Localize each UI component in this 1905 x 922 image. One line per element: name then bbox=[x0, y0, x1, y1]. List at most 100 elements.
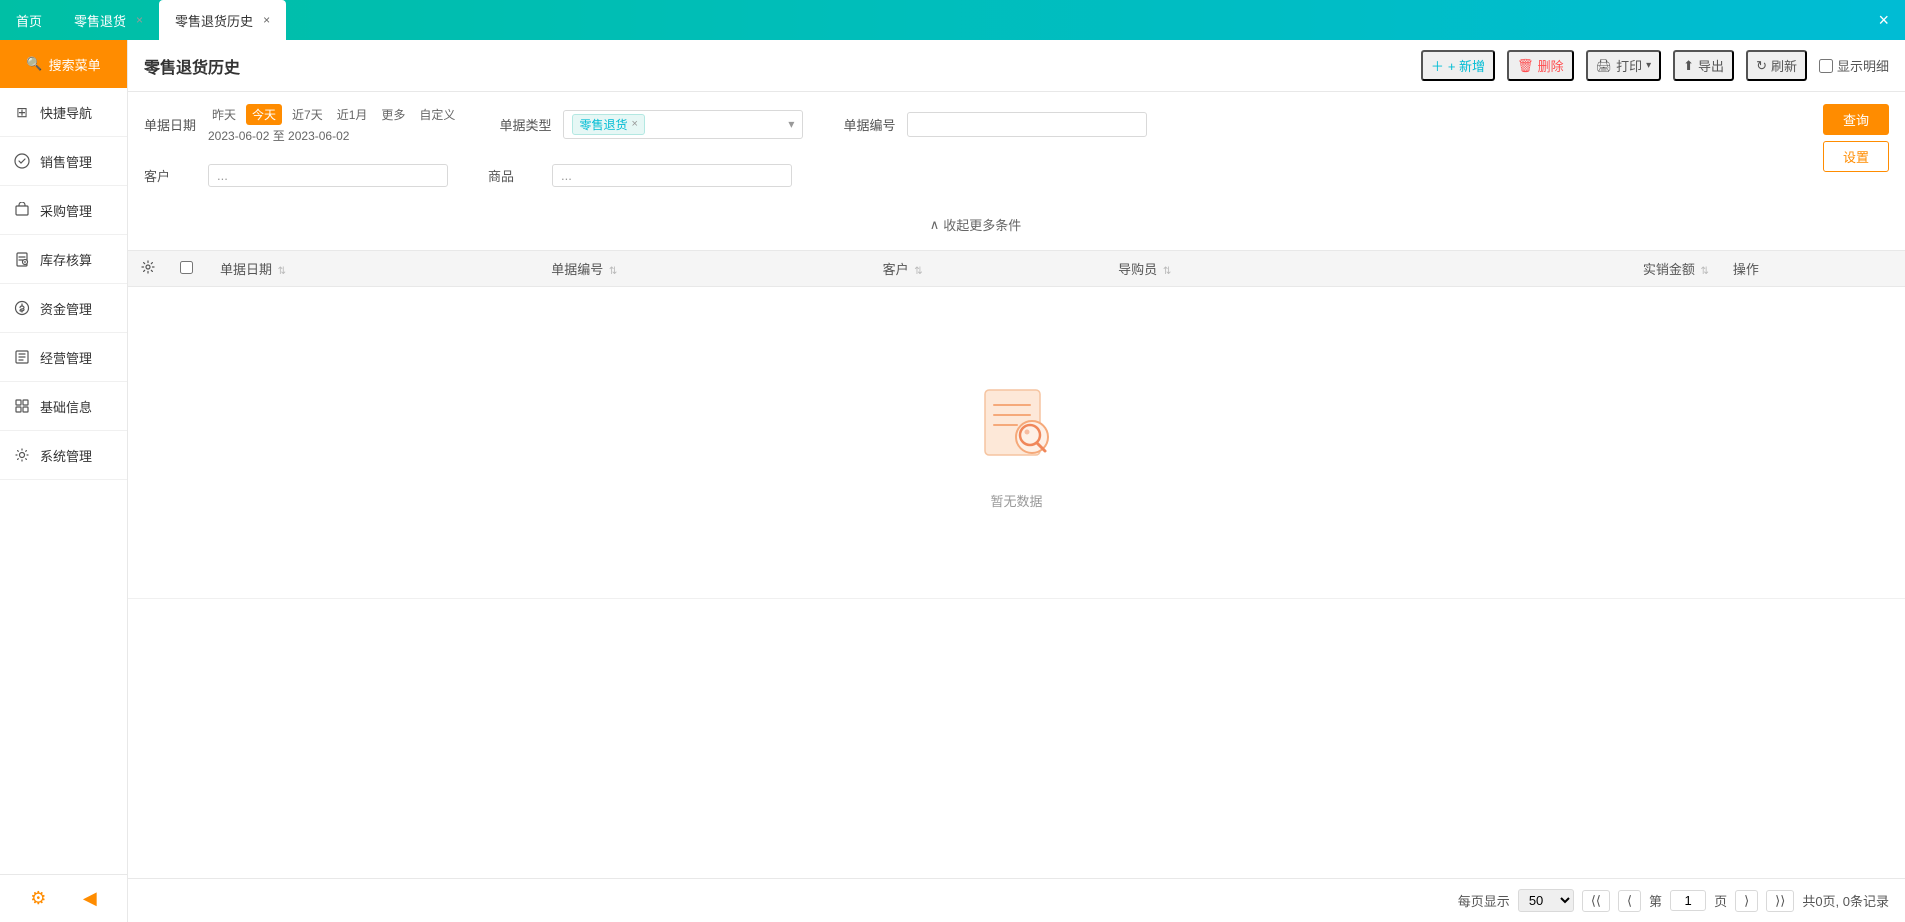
settings-bottom-icon[interactable]: ⚙ bbox=[30, 888, 46, 909]
col-doc-date[interactable]: 单据日期 ⇅ bbox=[208, 251, 539, 287]
shortcut-1month[interactable]: 近1月 bbox=[333, 104, 372, 125]
per-page-label: 每页显示 bbox=[1458, 891, 1510, 910]
tab-home-label: 首页 bbox=[16, 11, 42, 30]
collapse-filter-button[interactable]: ∧ 收起更多条件 bbox=[914, 211, 1038, 238]
content-area: 零售退货历史 ＋ + 新增 🗑 删除 🖨 打印 ▾ ⬆ 导出 bbox=[128, 40, 1905, 922]
query-button[interactable]: 查询 bbox=[1823, 104, 1889, 135]
sidebar-item-purchase-mgmt[interactable]: 采购管理 bbox=[0, 186, 127, 235]
filter-buttons: 查询 设置 bbox=[1823, 104, 1889, 172]
tab-retail-return-history[interactable]: 零售退货历史 × bbox=[159, 0, 286, 40]
delete-button[interactable]: 🗑 删除 bbox=[1507, 50, 1574, 81]
sidebar-item-inventory-label: 库存核算 bbox=[40, 250, 92, 269]
col-guide[interactable]: 导购员 ⇅ bbox=[1106, 251, 1389, 287]
filter-docno-item: 单据编号 bbox=[843, 112, 1147, 137]
sidebar: 🔍 搜索菜单 ⊞ 快捷导航 销售管理 采购管理 bbox=[0, 40, 128, 922]
first-page-button[interactable]: ⟨⟨ bbox=[1582, 890, 1610, 912]
operations-icon bbox=[12, 347, 32, 367]
sidebar-nav: ⊞ 快捷导航 销售管理 采购管理 库存核算 bbox=[0, 88, 127, 874]
sidebar-search-label: 搜索菜单 bbox=[49, 55, 101, 74]
search-icon: 🔍 bbox=[26, 56, 42, 72]
purchase-mgmt-icon bbox=[12, 200, 32, 220]
doctype-tag-close[interactable]: × bbox=[631, 118, 637, 130]
sidebar-item-quick-nav-label: 快捷导航 bbox=[40, 103, 92, 122]
tab-retail-return-label: 零售退货 bbox=[74, 11, 126, 30]
col-settings[interactable] bbox=[128, 251, 168, 287]
refresh-icon: ↻ bbox=[1756, 58, 1767, 74]
sidebar-item-finance[interactable]: 资金管理 bbox=[0, 284, 127, 333]
collapse-sidebar-icon[interactable]: ◀ bbox=[83, 888, 97, 909]
basic-info-icon bbox=[12, 396, 32, 416]
shortcut-yesterday[interactable]: 昨天 bbox=[208, 104, 240, 125]
per-page-select[interactable]: 50 10 20 100 bbox=[1518, 889, 1574, 912]
doctype-select-arrow: ▾ bbox=[788, 117, 794, 131]
col-customer[interactable]: 客户 ⇅ bbox=[871, 251, 1107, 287]
page-input[interactable] bbox=[1670, 890, 1706, 911]
top-bar: 首页 零售退货 × 零售退货历史 × × bbox=[0, 0, 1905, 40]
last-page-button[interactable]: ⟩⟩ bbox=[1766, 890, 1794, 912]
shortcut-more[interactable]: 更多 bbox=[377, 104, 409, 125]
sort-amount-icon: ⇅ bbox=[1701, 266, 1709, 277]
show-detail-checkbox[interactable] bbox=[1819, 59, 1833, 73]
customer-filter-label: 客户 bbox=[144, 166, 200, 185]
sidebar-search[interactable]: 🔍 搜索菜单 bbox=[0, 40, 127, 88]
goods-select[interactable]: ... bbox=[552, 164, 792, 187]
customer-select[interactable]: ... bbox=[208, 164, 448, 187]
sidebar-item-sales-mgmt-label: 销售管理 bbox=[40, 152, 92, 171]
shortcut-today[interactable]: 今天 bbox=[246, 104, 282, 125]
select-all-checkbox[interactable] bbox=[180, 261, 193, 274]
sidebar-item-inventory[interactable]: 库存核算 bbox=[0, 235, 127, 284]
show-detail-label: 显示明细 bbox=[1837, 56, 1889, 75]
date-shortcuts: 昨天 今天 近7天 近1月 更多 自定义 bbox=[208, 104, 459, 125]
tab-retail-return[interactable]: 零售退货 × bbox=[58, 0, 159, 40]
window-close-button[interactable]: × bbox=[1862, 10, 1905, 31]
shortcut-custom[interactable]: 自定义 bbox=[415, 104, 459, 125]
sidebar-item-system-mgmt[interactable]: 系统管理 bbox=[0, 431, 127, 480]
sidebar-item-basic-info-label: 基础信息 bbox=[40, 397, 92, 416]
table-area: 单据日期 ⇅ 单据编号 ⇅ 客户 ⇅ 导购员 ⇅ bbox=[128, 251, 1905, 878]
empty-icon bbox=[967, 375, 1067, 475]
next-page-button[interactable]: ⟩ bbox=[1735, 890, 1758, 912]
col-doc-no[interactable]: 单据编号 ⇅ bbox=[539, 251, 870, 287]
sidebar-item-system-mgmt-label: 系统管理 bbox=[40, 446, 92, 465]
tab-retail-return-close[interactable]: × bbox=[136, 13, 143, 27]
collapse-icon: ∧ bbox=[930, 217, 940, 233]
refresh-button[interactable]: ↻ 刷新 bbox=[1746, 50, 1807, 81]
empty-text: 暂无数据 bbox=[990, 491, 1042, 510]
doctype-filter-label: 单据类型 bbox=[499, 115, 555, 134]
doctype-select[interactable]: 零售退货 × ▾ bbox=[563, 110, 803, 139]
docno-input[interactable] bbox=[907, 112, 1147, 137]
filter-row-2: 客户 ... 商品 ... bbox=[144, 164, 1807, 187]
sort-customer-icon: ⇅ bbox=[914, 266, 922, 277]
add-icon: ＋ bbox=[1431, 56, 1444, 75]
col-checkbox[interactable] bbox=[168, 251, 208, 287]
filter-customer-item: 客户 ... bbox=[144, 164, 448, 187]
sales-mgmt-icon bbox=[12, 151, 32, 171]
date-range-display: 2023-06-02 至 2023-06-02 bbox=[208, 127, 459, 144]
setting-button[interactable]: 设置 bbox=[1823, 141, 1889, 172]
add-button[interactable]: ＋ + 新增 bbox=[1421, 50, 1495, 81]
shortcut-7days[interactable]: 近7天 bbox=[288, 104, 327, 125]
page-title: 零售退货历史 bbox=[144, 54, 240, 78]
export-button[interactable]: ⬆ 导出 bbox=[1673, 50, 1734, 81]
empty-state: 暂无数据 bbox=[140, 295, 1893, 590]
prev-page-button[interactable]: ⟨ bbox=[1618, 890, 1641, 912]
tab-home[interactable]: 首页 bbox=[0, 0, 58, 40]
inventory-icon bbox=[12, 249, 32, 269]
pagination-bar: 每页显示 50 10 20 100 ⟨⟨ ⟨ 第 页 ⟩ ⟩⟩ 共0页, 0条记… bbox=[128, 878, 1905, 922]
col-amount[interactable]: 实销金额 ⇅ bbox=[1390, 251, 1721, 287]
print-arrow-icon: ▾ bbox=[1646, 60, 1651, 71]
filter-date-item: 单据日期 昨天 今天 近7天 近1月 更多 自定义 2 bbox=[144, 104, 459, 144]
filter-area: 单据日期 昨天 今天 近7天 近1月 更多 自定义 2 bbox=[128, 92, 1905, 251]
goods-placeholder: ... bbox=[561, 168, 572, 183]
sidebar-item-sales-mgmt[interactable]: 销售管理 bbox=[0, 137, 127, 186]
docno-filter-label: 单据编号 bbox=[843, 115, 899, 134]
goods-filter-label: 商品 bbox=[488, 166, 544, 185]
sidebar-item-quick-nav[interactable]: ⊞ 快捷导航 bbox=[0, 88, 127, 137]
main-layout: 🔍 搜索菜单 ⊞ 快捷导航 销售管理 采购管理 bbox=[0, 40, 1905, 922]
print-button[interactable]: 🖨 打印 ▾ bbox=[1586, 50, 1662, 81]
print-icon: 🖨 bbox=[1596, 58, 1613, 74]
sidebar-item-operations[interactable]: 经营管理 bbox=[0, 333, 127, 382]
doctype-tag-text: 零售退货 bbox=[579, 116, 627, 133]
sidebar-item-basic-info[interactable]: 基础信息 bbox=[0, 382, 127, 431]
tab-retail-return-history-close[interactable]: × bbox=[263, 13, 270, 27]
